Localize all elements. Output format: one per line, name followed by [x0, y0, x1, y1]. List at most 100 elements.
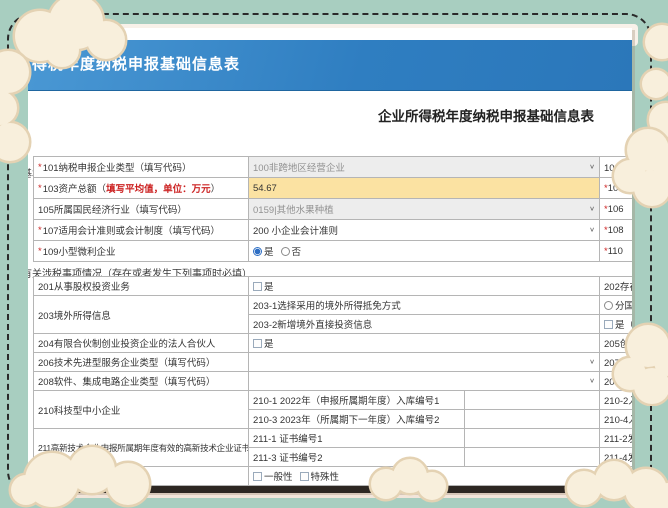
field-label-211-2: 211-2发证: [599, 429, 632, 447]
checkbox-icon: [253, 338, 262, 348]
required-star: *: [38, 245, 42, 257]
form-title: 企业所得税年度纳税申报基础信息表: [378, 109, 594, 124]
checkbox-label: 一般性: [264, 472, 293, 483]
field-201-checkbox-cell: 是: [248, 277, 599, 295]
field-label-208: 208软件、集成电路企业类型（填写代码）: [38, 377, 216, 388]
checkbox-label: 特殊性: [310, 472, 340, 483]
table-row-204: 204有限合伙制创业投资企业的法人合伙人 是 205创业投: [34, 333, 632, 352]
cloud-decoration-left: [0, 48, 32, 164]
cloud-decoration-bottom-left: [8, 444, 152, 508]
radio-selected-icon: [253, 246, 262, 256]
radio-label: 否: [291, 247, 302, 258]
table-row-210-1: 210-1 2022年（申报所属期年度）入库编号1 210-2入库: [248, 391, 632, 409]
field-label-204: 204有限合伙制创业投资企业的法人合伙人: [38, 339, 216, 350]
table-row-107: * 107适用会计准则或会计制度（填写代码） 200 小企业会计准则 ∨ * 1…: [34, 219, 632, 240]
required-star: *: [38, 224, 42, 236]
radio-no[interactable]: 否: [280, 244, 302, 258]
checkbox-yes[interactable]: 是: [253, 279, 274, 293]
field-label-211-1: 211-1 证书编号1: [248, 429, 464, 447]
table-row-208: 208软件、集成电路企业类型（填写代码） ∨ 209集成电: [34, 371, 632, 390]
chevron-down-icon: ∨: [589, 163, 595, 171]
field-label-109: * 109小型微利企业: [34, 241, 248, 261]
table-row-103: * 103资产总额（ 填写平均值，单位：万元） 54.67 * 104: [34, 177, 632, 198]
field-label-202: 202存在境: [599, 277, 632, 295]
field-210-1-input[interactable]: [464, 391, 599, 409]
chevron-down-icon: ∨: [589, 205, 595, 213]
cloud-decoration-right-lower: [611, 322, 668, 406]
chevron-down-icon: ∨: [589, 377, 595, 385]
select-value: 0159|其他水果种植: [253, 205, 334, 216]
field-label-105: 105所属国民经济行业（填写代码）: [34, 199, 248, 219]
field-107-select[interactable]: 200 小企业会计准则 ∨: [248, 220, 599, 240]
radio-label: 是: [264, 247, 274, 258]
field-208-select[interactable]: ∨: [248, 372, 599, 390]
field-label-107: * 107适用会计准则或会计制度（填写代码）: [34, 220, 248, 240]
table-row-201: 201从事股权投资业务 是 202存在境: [34, 277, 632, 295]
radio-label: 分国（: [615, 301, 632, 312]
radio-yes[interactable]: 是: [253, 244, 274, 258]
label-text: ）: [210, 184, 221, 195]
field-101-select[interactable]: 100非跨地区经营企业 ∨: [248, 157, 599, 177]
label-text: 108: [607, 224, 624, 236]
field-label-210-3: 210-3 2023年（所属期下一年度）入库编号2: [248, 410, 464, 428]
required-star: *: [38, 182, 42, 194]
label-text: 110: [607, 245, 623, 257]
checkbox-special[interactable]: 特殊性: [299, 469, 340, 483]
field-203-1-radio-cell: 分国（: [599, 296, 632, 314]
select-value: 200 小企业会计准则: [253, 226, 338, 237]
field-210-3-input[interactable]: [464, 410, 599, 428]
basic-info-table: * 101纳税申报企业类型（填写代码） 100非跨地区经营企业 ∨ 102分 *…: [33, 156, 632, 262]
table-row-203-1: 203-1选择采用的境外所得抵免方式 分国（: [248, 296, 632, 314]
field-103-input[interactable]: 54.67: [248, 178, 599, 198]
checkbox-general[interactable]: 一般性: [253, 469, 293, 483]
checkbox-yes[interactable]: 是: [253, 336, 274, 350]
field-206-select[interactable]: ∨: [248, 353, 599, 371]
label-text: 101纳税申报企业类型（填写代码）: [42, 163, 192, 174]
table-row-206: 206技术先进型服务企业类型（填写代码） ∨ 207非营利: [34, 352, 632, 371]
field-label-203: 203境外所得信息: [38, 310, 111, 322]
field-label-210-4: 210-4入库: [599, 410, 632, 428]
input-value: 54.67: [253, 182, 277, 194]
table-row-105: 105所属国民经济行业（填写代码） 0159|其他水果种植 ∨ * 106: [34, 198, 632, 219]
chevron-down-icon: ∨: [589, 358, 595, 366]
checkbox-icon: [299, 471, 309, 481]
cloud-decoration-right-top: [639, 22, 668, 140]
label-text: 107适用会计准则或会计制度（填写代码）: [42, 226, 221, 237]
radio-fenguo[interactable]: 分国（: [604, 298, 632, 312]
field-211-1-input[interactable]: [464, 429, 599, 447]
label-text: 109小型微利企业: [42, 247, 116, 258]
field-label-206: 206技术先进型服务企业类型（填写代码）: [38, 358, 216, 369]
radio-icon: [280, 246, 290, 256]
field-105-select[interactable]: 0159|其他水果种植 ∨: [248, 199, 599, 219]
table-group-203: 203境外所得信息 203-1选择采用的境外所得抵免方式 分国（ 203-2新增…: [34, 295, 632, 333]
table-row-211-1: 211-1 证书编号1 211-2发证: [248, 429, 632, 447]
field-label-203-1: 203-1选择采用的境外所得抵免方式: [248, 296, 599, 314]
field-label-101: * 101纳税申报企业类型（填写代码）: [34, 157, 248, 177]
checkbox-icon: [253, 281, 262, 291]
table-row-109: * 109小型微利企业 是 否 * 110: [34, 240, 632, 261]
field-label-210-1: 210-1 2022年（申报所属期年度）入库编号1: [248, 391, 464, 409]
field-label-203-2: 203-2新增境外直接投资信息: [248, 315, 599, 333]
decorated-screenshot: { "colors":{"frame_teal":"#a8cec0","titl…: [0, 0, 668, 508]
field-204-checkbox-cell: 是: [248, 334, 599, 352]
field-label-210: 210科技型中小企业: [38, 405, 121, 417]
chevron-down-icon: ∨: [589, 226, 595, 234]
field-label-103: * 103资产总额（ 填写平均值，单位：万元）: [34, 178, 248, 198]
field-label-108: * 108: [599, 220, 632, 240]
label-text: 105所属国民经济行业（填写代码）: [38, 205, 187, 216]
label-text: 103资产总额（: [42, 184, 107, 195]
table-row-203-2: 203-2新增境外直接投资信息 是（产: [248, 314, 632, 333]
browser-page-panel: 得税年度纳税申报基础信息表 企业所得税年度纳税申报基础信息表 基本经营情况（＊为…: [28, 28, 632, 493]
cloud-decoration-right-mid: [611, 126, 668, 209]
field-label-201: 201从事股权投资业务: [38, 282, 130, 293]
checkbox-label: 是: [264, 282, 274, 293]
checkbox-icon: [253, 471, 262, 481]
label-hint-red: 填写平均值，单位：万元: [106, 184, 211, 195]
checkbox-label: 是: [264, 339, 274, 350]
select-value: 100非跨地区经营企业: [253, 163, 345, 174]
cloud-decoration-bottom-mid: [368, 456, 449, 503]
field-label-110: * 110: [599, 241, 632, 261]
table-row-210-3: 210-3 2023年（所属期下一年度）入库编号2 210-4入库: [248, 409, 632, 428]
table-group-210: 210科技型中小企业 210-1 2022年（申报所属期年度）入库编号1 210…: [34, 390, 632, 428]
radio-icon: [604, 300, 613, 310]
